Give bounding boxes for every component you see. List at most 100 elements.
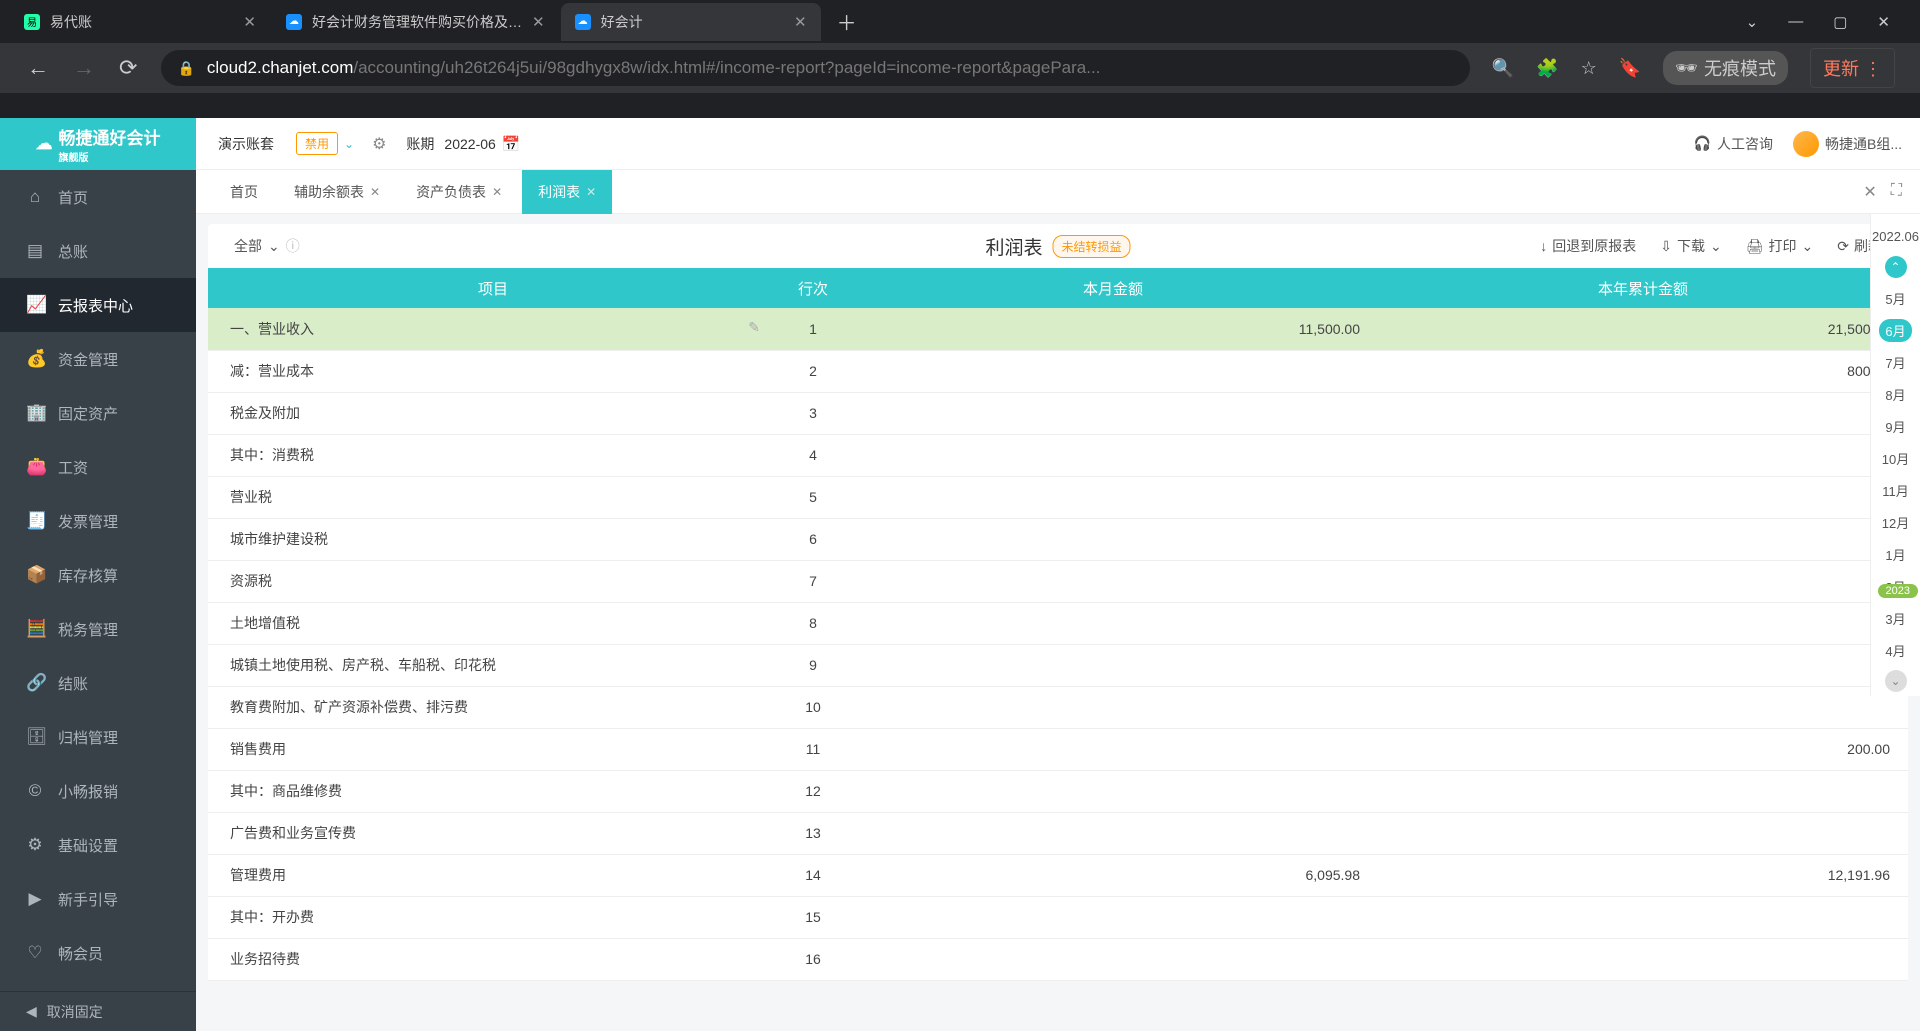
maximize-icon[interactable]: ▢ bbox=[1833, 13, 1847, 31]
month-item[interactable]: 8月 bbox=[1879, 378, 1911, 410]
bookmark-icon[interactable]: 🔖 bbox=[1619, 58, 1641, 79]
sidebar-item-4[interactable]: 🏢固定资产 bbox=[0, 386, 196, 440]
month-item[interactable]: 4月 bbox=[1885, 634, 1905, 666]
download-button[interactable]: ⇩下载⌄ bbox=[1660, 236, 1721, 256]
month-item[interactable]: 1月 bbox=[1885, 538, 1905, 570]
month-item[interactable]: 12月 bbox=[1879, 506, 1911, 538]
help-icon[interactable]: ⓘ bbox=[286, 236, 300, 256]
revert-button[interactable]: ↓回退到原报表 bbox=[1540, 236, 1636, 256]
table-row[interactable]: 销售费用 11 200.00 bbox=[208, 728, 1908, 770]
browser-tab-2[interactable]: ☁ 好会计 ✕ bbox=[561, 3, 821, 41]
close-icon[interactable]: ✕ bbox=[492, 185, 502, 199]
sidebar-item-7[interactable]: 📦库存核算 bbox=[0, 548, 196, 602]
browser-tab-1[interactable]: ☁ 好会计财务管理软件购买价格及… ✕ bbox=[272, 3, 559, 41]
chevron-down-icon[interactable]: ⌄ bbox=[344, 137, 354, 151]
gear-icon[interactable]: ⚙ bbox=[372, 134, 386, 154]
star-icon[interactable]: ☆ bbox=[1581, 58, 1597, 79]
table-row[interactable]: 其中：商品维修费 12 bbox=[208, 770, 1908, 812]
back-button[interactable]: ← bbox=[15, 55, 61, 81]
scroll-up-icon[interactable]: ⌃ bbox=[1885, 256, 1907, 278]
page-tab-1[interactable]: 辅助余额表✕ bbox=[278, 170, 396, 214]
sidebar-item-1[interactable]: ▤总账 bbox=[0, 224, 196, 278]
sidebar-unpin-button[interactable]: ◀取消固定 bbox=[0, 991, 196, 1031]
close-icon[interactable]: ✕ bbox=[586, 185, 596, 199]
new-tab-button[interactable]: ＋ bbox=[823, 7, 871, 36]
sidebar-item-2[interactable]: 📈云报表中心 bbox=[0, 278, 196, 332]
user-menu[interactable]: 畅捷通B组... bbox=[1793, 131, 1902, 157]
logo: ☁ 畅捷通好会计 旗舰版 bbox=[0, 118, 196, 170]
sidebar-label: 总账 bbox=[58, 241, 88, 262]
forward-button[interactable]: → bbox=[61, 55, 107, 81]
minimize-icon[interactable]: — bbox=[1788, 13, 1803, 31]
page-tab-2[interactable]: 资产负债表✕ bbox=[400, 170, 518, 214]
fullscreen-icon[interactable]: ⛶ bbox=[1891, 182, 1902, 202]
update-button[interactable]: 更新 ⋮ bbox=[1810, 48, 1895, 88]
sidebar-item-13[interactable]: ▶新手引导 bbox=[0, 872, 196, 926]
th-item: 项目 bbox=[208, 268, 778, 308]
reload-button[interactable]: ⟳ bbox=[107, 55, 149, 81]
sidebar-item-6[interactable]: 🧾发票管理 bbox=[0, 494, 196, 548]
search-icon[interactable]: 🔍 bbox=[1492, 58, 1514, 79]
sidebar-item-14[interactable]: ♡畅会员 bbox=[0, 926, 196, 980]
table-row[interactable]: 营业税 5 bbox=[208, 476, 1908, 518]
close-all-icon[interactable]: ✕ bbox=[1863, 182, 1876, 202]
table-row[interactable]: 资源税 7 bbox=[208, 560, 1908, 602]
month-item[interactable]: 5月 bbox=[1879, 282, 1911, 314]
table-row[interactable]: 城市维护建设税 6 bbox=[208, 518, 1908, 560]
sidebar-icon: ▶ bbox=[26, 889, 44, 909]
table-row[interactable]: 税金及附加 3 bbox=[208, 392, 1908, 434]
sidebar-item-5[interactable]: 👛工资 bbox=[0, 440, 196, 494]
table-row[interactable]: 一、营业收入✎ 1 11,500.00 21,500.00 bbox=[208, 308, 1908, 350]
close-icon[interactable]: ✕ bbox=[370, 185, 380, 199]
table-row[interactable]: 减：营业成本 2 800.00 bbox=[208, 350, 1908, 392]
period-value[interactable]: 2022-06 bbox=[444, 136, 495, 152]
browser-tab-0[interactable]: 易 易代账 ✕ bbox=[10, 3, 270, 41]
browser-chrome: 易 易代账 ✕ ☁ 好会计财务管理软件购买价格及… ✕ ☁ 好会计 ✕ ＋ ⌄ … bbox=[0, 0, 1920, 118]
sidebar-icon: 💰 bbox=[26, 349, 44, 369]
month-item[interactable]: 9月 bbox=[1879, 410, 1911, 442]
month-item[interactable]: 7月 bbox=[1879, 346, 1911, 378]
sidebar-item-3[interactable]: 💰资金管理 bbox=[0, 332, 196, 386]
calendar-icon[interactable]: 📅 bbox=[502, 135, 521, 153]
sidebar-item-0[interactable]: ⌂首页 bbox=[0, 170, 196, 224]
table-row[interactable]: 其中：消费税 4 bbox=[208, 434, 1908, 476]
close-window-icon[interactable]: ✕ bbox=[1877, 13, 1890, 31]
table-row[interactable]: 城镇土地使用税、房产税、车船税、印花税 9 bbox=[208, 644, 1908, 686]
favicon-icon: ☁ bbox=[286, 14, 302, 30]
month-item[interactable]: 6月 bbox=[1879, 314, 1911, 346]
sidebar-icon: ⌂ bbox=[26, 187, 44, 207]
favicon-icon: ☁ bbox=[575, 14, 591, 30]
month-item[interactable]: 11月 bbox=[1879, 474, 1911, 506]
table-row[interactable]: 广告费和业务宣传费 13 bbox=[208, 812, 1908, 854]
page-tab-0[interactable]: 首页 bbox=[214, 170, 274, 214]
extension-icon[interactable]: 🧩 bbox=[1536, 58, 1558, 79]
page-tab-3[interactable]: 利润表✕ bbox=[522, 170, 612, 214]
sidebar-item-9[interactable]: 🔗结账 bbox=[0, 656, 196, 710]
sidebar-icon: 🔗 bbox=[26, 673, 44, 693]
support-button[interactable]: 🎧 人工咨询 bbox=[1694, 134, 1773, 154]
status-badge: 未结转损益 bbox=[1053, 235, 1131, 258]
sidebar-item-8[interactable]: 🧮税务管理 bbox=[0, 602, 196, 656]
url-input[interactable]: 🔒 cloud2.chanjet.com/accounting/uh26t264… bbox=[161, 50, 1469, 86]
table-area: 项目 行次 本月金额 本年累计金额 一、营业收入✎ 1 11,500.00 21… bbox=[208, 268, 1908, 981]
print-button[interactable]: 🖨打印⌄ bbox=[1746, 236, 1814, 256]
sidebar-item-11[interactable]: ©小畅报销 bbox=[0, 764, 196, 818]
table-row[interactable]: 管理费用 14 6,095.98 12,191.96 bbox=[208, 854, 1908, 896]
sidebar-item-10[interactable]: 🗄归档管理 bbox=[0, 710, 196, 764]
account-name[interactable]: 演示账套 bbox=[196, 134, 296, 154]
close-icon[interactable]: ✕ bbox=[532, 13, 545, 31]
sidebar-icon: 📦 bbox=[26, 565, 44, 585]
sidebar-item-12[interactable]: ⚙基础设置 bbox=[0, 818, 196, 872]
chevron-down-icon[interactable]: ⌄ bbox=[1746, 13, 1759, 31]
close-icon[interactable]: ✕ bbox=[243, 13, 256, 31]
scroll-down-icon[interactable]: ⌄ bbox=[1885, 670, 1907, 692]
table-row[interactable]: 土地增值税 8 bbox=[208, 602, 1908, 644]
table-row[interactable]: 教育费附加、矿产资源补偿费、排污费 10 bbox=[208, 686, 1908, 728]
close-icon[interactable]: ✕ bbox=[794, 13, 807, 31]
filter-select[interactable]: 全部 ⌄ ⓘ bbox=[234, 236, 300, 256]
edit-icon[interactable]: ✎ bbox=[748, 319, 760, 336]
month-item[interactable]: 3月 bbox=[1885, 602, 1905, 634]
table-row[interactable]: 其中：开办费 15 bbox=[208, 896, 1908, 938]
table-row[interactable]: 业务招待费 16 bbox=[208, 938, 1908, 980]
month-item[interactable]: 10月 bbox=[1879, 442, 1911, 474]
